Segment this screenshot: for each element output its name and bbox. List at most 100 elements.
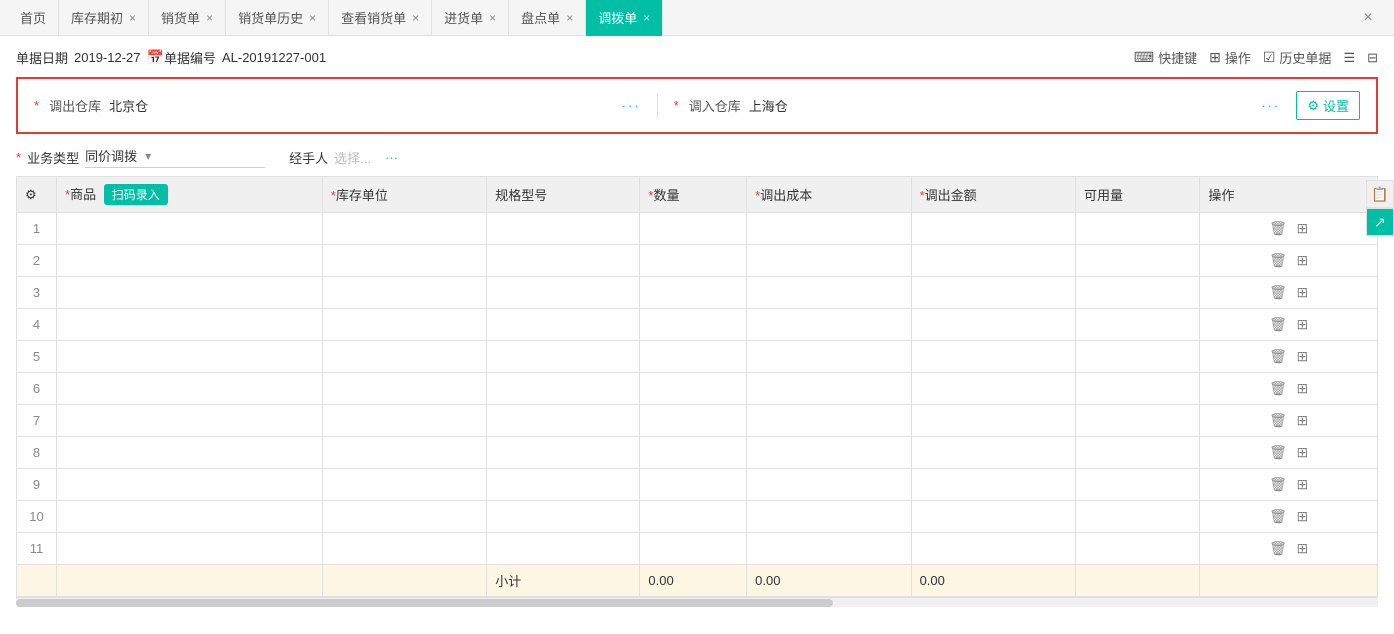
row-10-spec[interactable] — [487, 501, 640, 533]
row-1-spec[interactable] — [487, 213, 640, 245]
row-7-qty[interactable] — [640, 405, 747, 437]
copy-icon[interactable]: ⊞ — [1297, 444, 1309, 460]
row-6-available[interactable] — [1076, 373, 1200, 405]
row-3-unit[interactable] — [322, 277, 486, 309]
row-3-qty[interactable] — [640, 277, 747, 309]
row-9-qty[interactable] — [640, 469, 747, 501]
tab-sales-order[interactable]: 销货单 × — [149, 0, 226, 36]
tab-sales-order-close[interactable]: × — [206, 11, 213, 25]
row-6-spec[interactable] — [487, 373, 640, 405]
delete-icon[interactable]: 🗑 — [1269, 252, 1287, 268]
row-6-qty[interactable] — [640, 373, 747, 405]
row-8-unit[interactable] — [322, 437, 486, 469]
row-8-available[interactable] — [1076, 437, 1200, 469]
row-4-amount[interactable] — [911, 309, 1075, 341]
delete-icon[interactable]: 🗑 — [1269, 476, 1287, 492]
right-float-doc-icon[interactable]: 📋 — [1366, 180, 1394, 208]
tab-inventory-check-close[interactable]: × — [566, 11, 573, 25]
row-7-product[interactable] — [57, 405, 323, 437]
delete-icon[interactable]: 🗑 — [1269, 284, 1287, 300]
row-6-product[interactable] — [57, 373, 323, 405]
row-9-unit[interactable] — [322, 469, 486, 501]
biz-type-select[interactable]: 同价调拨 ▾ — [85, 146, 265, 168]
in-warehouse-more[interactable]: ··· — [1261, 98, 1280, 113]
copy-icon[interactable]: ⊞ — [1297, 284, 1309, 300]
row-1-amount[interactable] — [911, 213, 1075, 245]
row-11-cost[interactable] — [747, 533, 911, 565]
row-6-amount[interactable] — [911, 373, 1075, 405]
row-5-qty[interactable] — [640, 341, 747, 373]
row-8-qty[interactable] — [640, 437, 747, 469]
row-7-amount[interactable] — [911, 405, 1075, 437]
row-2-unit[interactable] — [322, 245, 486, 277]
copy-icon[interactable]: ⊞ — [1297, 252, 1309, 268]
delete-icon[interactable]: 🗑 — [1269, 348, 1287, 364]
copy-icon[interactable]: ⊞ — [1297, 508, 1309, 524]
row-2-available[interactable] — [1076, 245, 1200, 277]
row-8-product[interactable] — [57, 437, 323, 469]
row-4-available[interactable] — [1076, 309, 1200, 341]
row-10-qty[interactable] — [640, 501, 747, 533]
calendar-icon[interactable]: 📅 — [147, 49, 164, 66]
tab-inventory-check[interactable]: 盘点单 × — [509, 0, 586, 36]
delete-icon[interactable]: 🗑 — [1269, 316, 1287, 332]
row-3-amount[interactable] — [911, 277, 1075, 309]
row-4-spec[interactable] — [487, 309, 640, 341]
row-5-unit[interactable] — [322, 341, 486, 373]
row-3-product[interactable] — [57, 277, 323, 309]
copy-icon[interactable]: ⊞ — [1297, 476, 1309, 492]
tab-inventory-init[interactable]: 库存期初 × — [59, 0, 149, 36]
row-9-product[interactable] — [57, 469, 323, 501]
row-9-cost[interactable] — [747, 469, 911, 501]
copy-icon[interactable]: ⊞ — [1297, 412, 1309, 428]
tab-view-sales[interactable]: 查看销货单 × — [329, 0, 432, 36]
tab-sales-history-close[interactable]: × — [309, 11, 316, 25]
row-3-spec[interactable] — [487, 277, 640, 309]
row-10-cost[interactable] — [747, 501, 911, 533]
right-float-expand-icon[interactable]: ↗ — [1366, 208, 1394, 236]
tab-home[interactable]: 首页 — [8, 0, 59, 36]
row-5-amount[interactable] — [911, 341, 1075, 373]
copy-icon[interactable]: ⊞ — [1297, 540, 1309, 556]
copy-icon[interactable]: ⊞ — [1297, 220, 1309, 236]
row-11-spec[interactable] — [487, 533, 640, 565]
row-3-available[interactable] — [1076, 277, 1200, 309]
row-1-cost[interactable] — [747, 213, 911, 245]
delete-icon[interactable]: 🗑 — [1269, 380, 1287, 396]
row-10-product[interactable] — [57, 501, 323, 533]
row-2-product[interactable] — [57, 245, 323, 277]
delete-icon[interactable]: 🗑 — [1269, 412, 1287, 428]
delete-icon[interactable]: 🗑 — [1269, 540, 1287, 556]
row-1-unit[interactable] — [322, 213, 486, 245]
row-10-amount[interactable] — [911, 501, 1075, 533]
row-2-cost[interactable] — [747, 245, 911, 277]
row-9-available[interactable] — [1076, 469, 1200, 501]
row-9-amount[interactable] — [911, 469, 1075, 501]
row-11-available[interactable] — [1076, 533, 1200, 565]
settings-button[interactable]: ⚙ 设置 — [1296, 91, 1360, 120]
row-2-qty[interactable] — [640, 245, 747, 277]
row-10-available[interactable] — [1076, 501, 1200, 533]
scrollbar-thumb[interactable] — [16, 599, 833, 607]
copy-icon[interactable]: ⊞ — [1297, 380, 1309, 396]
row-6-unit[interactable] — [322, 373, 486, 405]
copy-icon[interactable]: ⊞ — [1297, 316, 1309, 332]
row-8-spec[interactable] — [487, 437, 640, 469]
row-5-spec[interactable] — [487, 341, 640, 373]
row-4-unit[interactable] — [322, 309, 486, 341]
delete-icon[interactable]: 🗑 — [1269, 444, 1287, 460]
tab-inventory-init-close[interactable]: × — [129, 11, 136, 25]
col-gear[interactable]: ⚙ — [17, 177, 57, 213]
operations-button[interactable]: ⊞ 操作 — [1209, 48, 1251, 67]
row-10-unit[interactable] — [322, 501, 486, 533]
shortcuts-button[interactable]: ⌨ 快捷键 — [1134, 48, 1197, 67]
row-6-cost[interactable] — [747, 373, 911, 405]
row-1-available[interactable] — [1076, 213, 1200, 245]
tab-purchase[interactable]: 进货单 × — [432, 0, 509, 36]
copy-icon[interactable]: ⊞ — [1297, 348, 1309, 364]
row-1-qty[interactable] — [640, 213, 747, 245]
row-7-cost[interactable] — [747, 405, 911, 437]
layout-grid-button[interactable]: ⊟ — [1367, 50, 1378, 66]
row-11-qty[interactable] — [640, 533, 747, 565]
history-button[interactable]: ☑ 历史单据 — [1263, 48, 1332, 67]
